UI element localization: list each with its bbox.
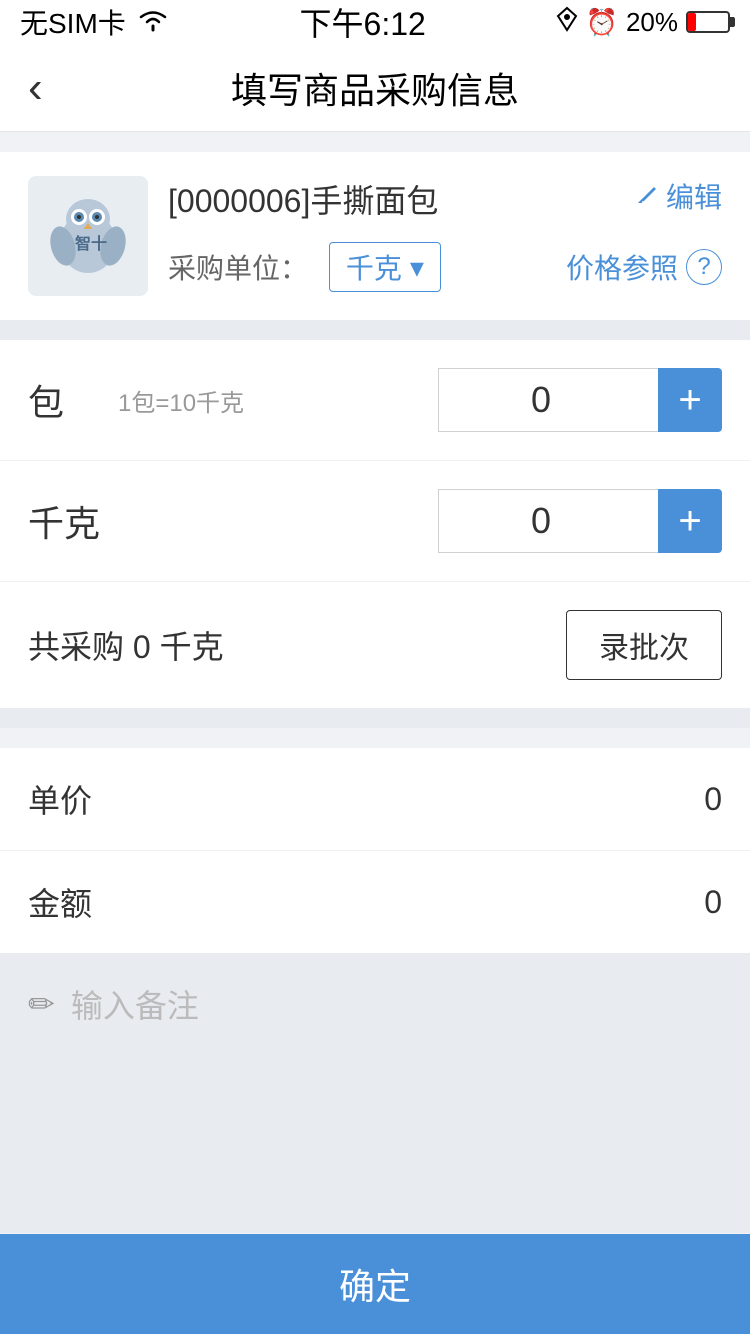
page-title: 填写商品采购信息 — [231, 62, 519, 114]
amount-row: 金额 0 — [0, 851, 750, 953]
battery-percent: 20% — [626, 7, 678, 38]
product-info: [0000006]手撕面包 编辑 采购单位： 千克 ▾ 价格参照 ? — [168, 176, 722, 292]
nav-bar: ‹ 填写商品采购信息 — [0, 44, 750, 132]
sim-status: 无SIM卡 — [20, 2, 126, 42]
unit-label-bao: 包 — [28, 374, 108, 426]
notes-icon: ✏ — [28, 985, 55, 1023]
unit-label-kg: 千克 — [28, 495, 108, 547]
unit-conversion-bao: 1包=10千克 — [118, 383, 244, 418]
unit-price-value: 0 — [704, 781, 722, 818]
price-reference-button[interactable]: 价格参照 ? — [566, 247, 722, 287]
price-ref-label: 价格参照 — [566, 247, 678, 287]
confirm-button[interactable]: 确定 — [0, 1234, 750, 1334]
edit-button[interactable]: 编辑 — [634, 176, 722, 216]
product-name-row: [0000006]手撕面包 编辑 — [168, 176, 722, 222]
notes-section[interactable]: ✏ 输入备注 — [0, 953, 750, 1233]
quantity-input-bao[interactable] — [438, 368, 658, 432]
unit-price-label: 单价 — [28, 776, 92, 822]
product-card: 智十 [0000006]手撕面包 编辑 采购单位： 千克 ▾ — [0, 152, 750, 320]
product-name: [0000006]手撕面包 — [168, 176, 438, 222]
battery-icon — [686, 11, 730, 33]
price-section: 单价 0 金额 0 — [0, 748, 750, 953]
purchase-unit-row: 采购单位： 千克 ▾ 价格参照 ? — [168, 242, 722, 292]
quantity-section: 包 1包=10千克 + 千克 + — [0, 340, 750, 582]
price-ref-help-icon: ? — [686, 249, 722, 285]
status-bar-left: 无SIM卡 — [20, 2, 170, 42]
quantity-input-wrapper-kg: + — [108, 489, 722, 553]
amount-label: 金额 — [28, 879, 92, 925]
quantity-input-wrapper-bao: + — [244, 368, 722, 432]
purchase-unit-label: 采购单位： — [168, 253, 308, 284]
alarm-icon: ⏰ — [586, 7, 618, 38]
quantity-plus-kg[interactable]: + — [658, 489, 722, 553]
dropdown-arrow-icon: ▾ — [410, 251, 424, 284]
back-button[interactable]: ‹ — [28, 66, 43, 110]
edit-icon — [634, 183, 660, 209]
product-logo: 智十 — [43, 191, 133, 281]
total-row: 共采购 0 千克 录批次 — [0, 582, 750, 708]
status-bar-right: ⏰ 20% — [556, 6, 730, 39]
unit-value: 千克 — [346, 247, 402, 287]
unit-dropdown[interactable]: 千克 ▾ — [329, 242, 441, 292]
wifi-icon — [136, 6, 170, 39]
quantity-row-bao: 包 1包=10千克 + — [0, 340, 750, 461]
quantity-row-kg: 千克 + — [0, 461, 750, 582]
total-text: 共采购 0 千克 — [28, 622, 224, 668]
section-divider-1 — [0, 320, 750, 340]
quantity-input-kg[interactable] — [438, 489, 658, 553]
product-image: 智十 — [28, 176, 148, 296]
location-icon — [556, 6, 578, 39]
notes-placeholder: 输入备注 — [71, 981, 199, 1027]
svg-text:智十: 智十 — [75, 234, 107, 253]
section-divider-2 — [0, 708, 750, 728]
status-bar-time: 下午6:12 — [300, 0, 426, 45]
batch-button[interactable]: 录批次 — [566, 610, 722, 680]
status-bar: 无SIM卡 下午6:12 ⏰ 20% — [0, 0, 750, 44]
amount-value: 0 — [704, 884, 722, 921]
battery-fill — [688, 13, 696, 31]
quantity-plus-bao[interactable]: + — [658, 368, 722, 432]
unit-selector: 采购单位： 千克 ▾ — [168, 242, 441, 292]
unit-price-row: 单价 0 — [0, 748, 750, 851]
